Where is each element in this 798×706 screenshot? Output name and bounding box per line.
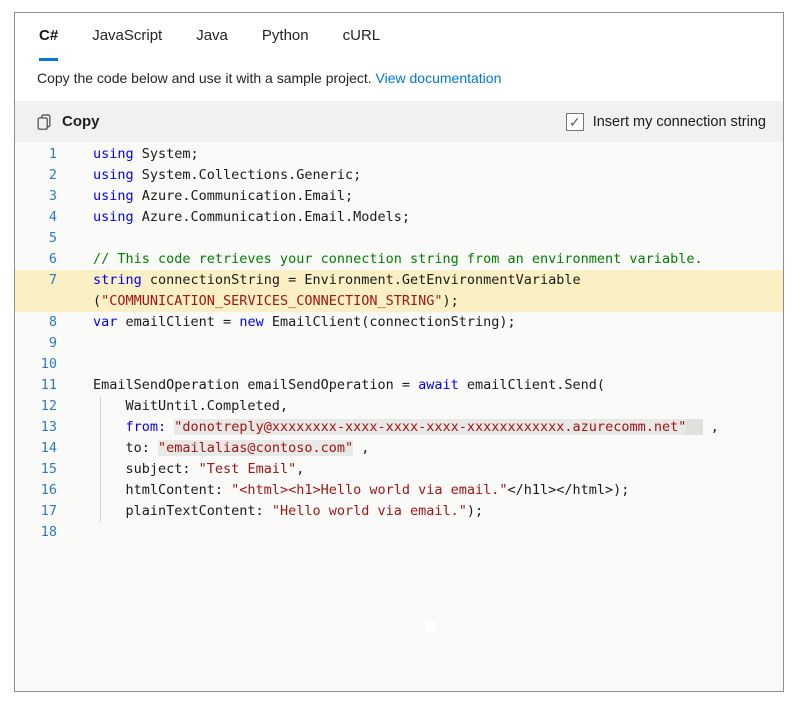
line-number: 18 xyxy=(15,522,57,543)
line-number: 5 xyxy=(15,228,57,249)
code-content: using System; xyxy=(57,144,783,165)
checkbox-label: Insert my connection string xyxy=(593,114,766,130)
code-content: string connectionString = Environment.Ge… xyxy=(57,270,783,291)
line-number: 15 xyxy=(15,459,57,480)
code-line: 1using System; xyxy=(15,144,783,165)
code-line: 15 subject: "Test Email", xyxy=(15,459,783,480)
line-number: 9 xyxy=(15,333,57,354)
copy-button-label: Copy xyxy=(62,113,100,130)
code-sample-panel: C# JavaScript Java Python cURL Copy the … xyxy=(14,12,784,692)
tab-python[interactable]: Python xyxy=(262,27,309,61)
line-number: 11 xyxy=(15,375,57,396)
description-row: Copy the code below and use it with a sa… xyxy=(15,61,783,101)
code-content: WaitUntil.Completed, xyxy=(57,396,783,417)
indent-guide xyxy=(100,480,101,501)
indent-guide xyxy=(100,501,101,522)
code-content: ("COMMUNICATION_SERVICES_CONNECTION_STRI… xyxy=(57,291,783,312)
code-line: 11EmailSendOperation emailSendOperation … xyxy=(15,375,783,396)
cursor-artifact xyxy=(425,621,436,632)
code-line: 12 WaitUntil.Completed, xyxy=(15,396,783,417)
code-content xyxy=(57,228,783,249)
code-line: 7string connectionString = Environment.G… xyxy=(15,270,783,291)
code-line: 17 plainTextContent: "Hello world via em… xyxy=(15,501,783,522)
code-line: 8var emailClient = new EmailClient(conne… xyxy=(15,312,783,333)
language-tab-bar: C# JavaScript Java Python cURL xyxy=(15,13,783,61)
checkbox-checked-icon[interactable]: ✓ xyxy=(566,113,584,131)
tab-csharp[interactable]: C# xyxy=(39,27,58,61)
line-number: 12 xyxy=(15,396,57,417)
line-number: 17 xyxy=(15,501,57,522)
line-number: 7 xyxy=(15,270,57,291)
code-content xyxy=(57,333,783,354)
code-line: 13 from: "donotreply@xxxxxxxx-xxxx-xxxx-… xyxy=(15,417,783,438)
code-content: using Azure.Communication.Email.Models; xyxy=(57,207,783,228)
tab-java[interactable]: Java xyxy=(196,27,228,61)
indent-guide xyxy=(100,417,101,438)
copy-button[interactable]: Copy xyxy=(35,113,100,131)
code-content: htmlContent: "<html><h1>Hello world via … xyxy=(57,480,783,501)
insert-connection-string-checkbox[interactable]: ✓ Insert my connection string xyxy=(566,113,766,131)
code-line: 4using Azure.Communication.Email.Models; xyxy=(15,207,783,228)
code-content: using System.Collections.Generic; xyxy=(57,165,783,186)
code-content xyxy=(57,522,783,543)
line-number: 1 xyxy=(15,144,57,165)
line-number: 10 xyxy=(15,354,57,375)
code-line: 3using Azure.Communication.Email; xyxy=(15,186,783,207)
line-number: 8 xyxy=(15,312,57,333)
tab-javascript[interactable]: JavaScript xyxy=(92,27,162,61)
code-content: from: "donotreply@xxxxxxxx-xxxx-xxxx-xxx… xyxy=(57,417,783,438)
code-line: 18 xyxy=(15,522,783,543)
line-number: 4 xyxy=(15,207,57,228)
indent-guide xyxy=(100,438,101,459)
indent-guide xyxy=(100,396,101,417)
indent-guide xyxy=(100,459,101,480)
code-content: // This code retrieves your connection s… xyxy=(57,249,783,270)
tab-curl[interactable]: cURL xyxy=(343,27,381,61)
code-line: 6// This code retrieves your connection … xyxy=(15,249,783,270)
code-content: using Azure.Communication.Email; xyxy=(57,186,783,207)
code-editor: 1using System;2using System.Collections.… xyxy=(15,142,783,691)
line-number: 16 xyxy=(15,480,57,501)
code-line: 9 xyxy=(15,333,783,354)
code-line: 14 to: "emailalias@contoso.com" , xyxy=(15,438,783,459)
line-number: 6 xyxy=(15,249,57,270)
line-number: 14 xyxy=(15,438,57,459)
code-content: var emailClient = new EmailClient(connec… xyxy=(57,312,783,333)
code-line: 16 htmlContent: "<html><h1>Hello world v… xyxy=(15,480,783,501)
description-text: Copy the code below and use it with a sa… xyxy=(37,70,372,86)
code-toolbar: Copy ✓ Insert my connection string xyxy=(15,101,783,142)
code-lines: 1using System;2using System.Collections.… xyxy=(15,144,783,543)
view-documentation-link[interactable]: View documentation xyxy=(376,70,502,86)
code-line: 2using System.Collections.Generic; xyxy=(15,165,783,186)
code-content: subject: "Test Email", xyxy=(57,459,783,480)
code-content: to: "emailalias@contoso.com" , xyxy=(57,438,783,459)
line-number: 3 xyxy=(15,186,57,207)
line-number: 13 xyxy=(15,417,57,438)
line-number xyxy=(15,291,57,312)
code-content: plainTextContent: "Hello world via email… xyxy=(57,501,783,522)
copy-icon xyxy=(35,113,53,131)
code-line: 10 xyxy=(15,354,783,375)
code-line: ("COMMUNICATION_SERVICES_CONNECTION_STRI… xyxy=(15,291,783,312)
code-line: 5 xyxy=(15,228,783,249)
code-content: EmailSendOperation emailSendOperation = … xyxy=(57,375,783,396)
code-content xyxy=(57,354,783,375)
line-number: 2 xyxy=(15,165,57,186)
